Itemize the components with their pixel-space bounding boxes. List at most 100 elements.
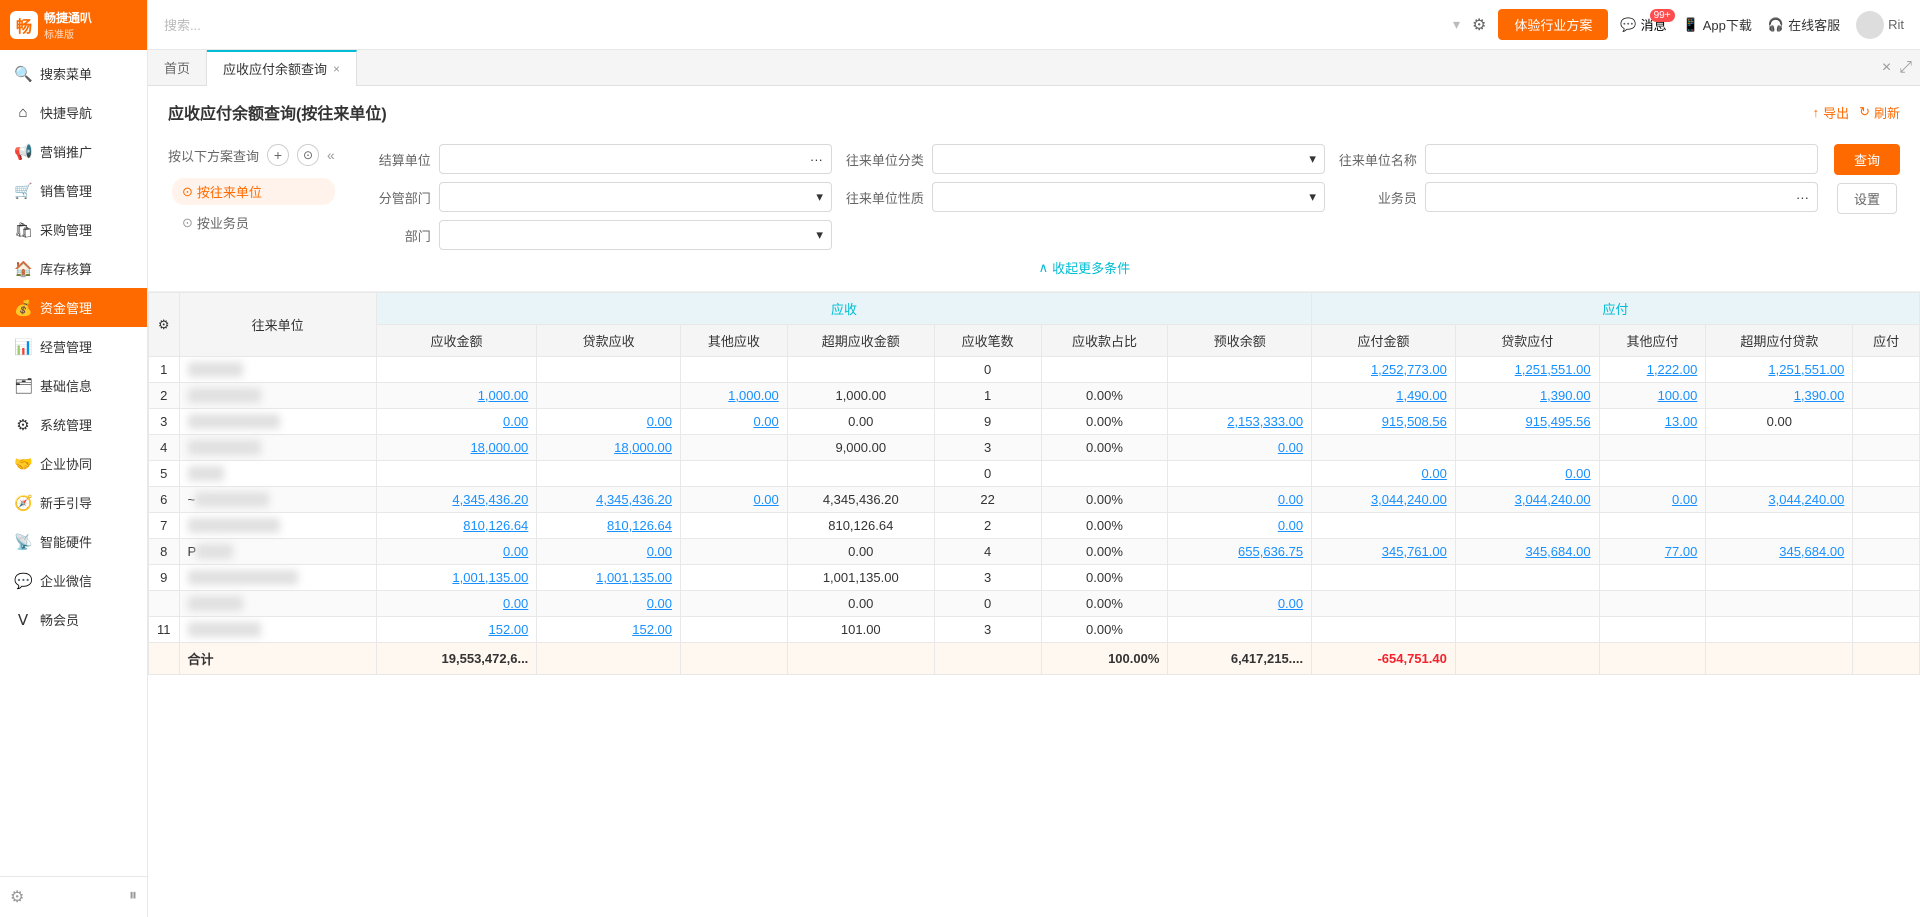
row-partner: ██████: [179, 357, 376, 383]
row-ap-loan[interactable]: 345,684.00: [1455, 539, 1599, 565]
employee-input[interactable]: ···: [1425, 182, 1818, 212]
export-button[interactable]: ↑ 导出: [1813, 103, 1850, 122]
row-ar-prepay[interactable]: 0.00: [1168, 487, 1312, 513]
notifications-btn[interactable]: 💬 消息 99+: [1620, 15, 1666, 34]
row-ap-amount[interactable]: 1,252,773.00: [1312, 357, 1456, 383]
row-ap-other[interactable]: 0.00: [1599, 487, 1706, 513]
window-close-icon[interactable]: ×: [1882, 59, 1891, 77]
row-ap-amount[interactable]: 0.00: [1312, 461, 1456, 487]
row-ap-other[interactable]: 1,222.00: [1599, 357, 1706, 383]
user-profile[interactable]: Rit: [1856, 11, 1904, 39]
table-settings-icon[interactable]: ⚙: [158, 317, 170, 332]
settings-footer-icon[interactable]: ⚙: [10, 887, 24, 907]
table-container[interactable]: ⚙ 往来单位 应收 应付 应收金额 贷款应收 其他应收 超期应收金额 应收笔数 …: [148, 292, 1920, 917]
scheme-by-employee[interactable]: ⊙ 按业务员: [172, 209, 335, 236]
row-ar-prepay[interactable]: 0.00: [1168, 591, 1312, 617]
sidebar-item-coop[interactable]: 🤝 企业协同: [0, 444, 147, 483]
row-ar-prepay[interactable]: 0.00: [1168, 435, 1312, 461]
sidebar-item-marketing[interactable]: 📢 营销推广: [0, 132, 147, 171]
row-ar-loan[interactable]: 1,001,135.00: [537, 565, 681, 591]
collapse-footer-icon[interactable]: ⏸: [129, 887, 137, 907]
row-ap-overdue[interactable]: 1,390.00: [1706, 383, 1853, 409]
row-ar-amount[interactable]: 1,000.00: [376, 383, 537, 409]
row-ap-amount[interactable]: 1,490.00: [1312, 383, 1456, 409]
sidebar-item-nav[interactable]: ⌂ 快捷导航: [0, 93, 147, 132]
header-gear-icon[interactable]: ⚙: [1472, 15, 1486, 35]
tab-ar-ap[interactable]: 应收应付余额查询 ×: [207, 50, 357, 86]
row-ar-prepay[interactable]: 655,636.75: [1168, 539, 1312, 565]
row-ar-amount[interactable]: 18,000.00: [376, 435, 537, 461]
row-ar-loan[interactable]: 152.00: [537, 617, 681, 643]
partner-nature-select[interactable]: ▾: [932, 182, 1325, 212]
row-ar-amount[interactable]: 4,345,436.20: [376, 487, 537, 513]
row-ar-prepay[interactable]: 0.00: [1168, 513, 1312, 539]
partner-category-select[interactable]: ▾: [932, 144, 1325, 174]
filter-add-btn[interactable]: +: [267, 144, 289, 166]
sidebar-item-sales[interactable]: 🛒 销售管理: [0, 171, 147, 210]
subunit-select[interactable]: ▾: [439, 220, 832, 250]
row-ar-amount[interactable]: 0.00: [376, 409, 537, 435]
row-ap-loan[interactable]: 0.00: [1455, 461, 1599, 487]
row-ap-other[interactable]: 13.00: [1599, 409, 1706, 435]
row-ar-loan[interactable]: 18,000.00: [537, 435, 681, 461]
online-service-btn[interactable]: 🎧 在线客服: [1768, 15, 1840, 34]
row-ap-other[interactable]: 77.00: [1599, 539, 1706, 565]
row-ap-amount[interactable]: 3,044,240.00: [1312, 487, 1456, 513]
row-ar-amount[interactable]: 1,001,135.00: [376, 565, 537, 591]
filter-collapse-btn[interactable]: ∧ 收起更多条件: [351, 254, 1818, 281]
dept-select[interactable]: ▾: [439, 182, 832, 212]
scheme-by-partner[interactable]: ⊙ 按往来单位: [172, 178, 335, 205]
row-ap-amount[interactable]: 915,508.56: [1312, 409, 1456, 435]
tab-close-icon[interactable]: ×: [333, 62, 340, 76]
settle-unit-input[interactable]: ···: [439, 144, 832, 174]
row-ap-loan[interactable]: 915,495.56: [1455, 409, 1599, 435]
row-ar-amount[interactable]: 152.00: [376, 617, 537, 643]
sidebar-item-purchase[interactable]: 🛍 采购管理: [0, 210, 147, 249]
row-ar-prepay[interactable]: 2,153,333.00: [1168, 409, 1312, 435]
row-ap-loan[interactable]: 1,251,551.00: [1455, 357, 1599, 383]
sidebar-item-guide[interactable]: 🧭 新手引导: [0, 483, 147, 522]
row-ar-loan[interactable]: 810,126.64: [537, 513, 681, 539]
row-ar-other[interactable]: 1,000.00: [681, 383, 788, 409]
app-download-btn[interactable]: 📱 App下载: [1683, 15, 1752, 34]
sidebar-item-member[interactable]: Ⅴ 畅会员: [0, 600, 147, 639]
query-button[interactable]: 查询: [1834, 144, 1900, 175]
filter-scheme-btn[interactable]: ⊙: [297, 144, 319, 166]
row-ar-amount[interactable]: 0.00: [376, 591, 537, 617]
sidebar-item-wechat[interactable]: 💬 企业微信: [0, 561, 147, 600]
sidebar-item-operation[interactable]: 📊 经营管理: [0, 327, 147, 366]
row-ap-overdue[interactable]: 1,251,551.00: [1706, 357, 1853, 383]
row-ar-loan[interactable]: 0.00: [537, 539, 681, 565]
row-ar-loan[interactable]: 0.00: [537, 591, 681, 617]
promo-button[interactable]: 体验行业方案: [1498, 9, 1608, 40]
row-ar-other[interactable]: 0.00: [681, 487, 788, 513]
row-ap-loan[interactable]: 1,390.00: [1455, 383, 1599, 409]
footer-settings: [149, 643, 180, 675]
search-icon: 🔍: [14, 65, 32, 83]
sidebar-item-hardware[interactable]: 📡 智能硬件: [0, 522, 147, 561]
sidebar-item-base[interactable]: 🗂 基础信息: [0, 366, 147, 405]
breadcrumb-dropdown-icon[interactable]: ▾: [1453, 16, 1460, 33]
setting-button[interactable]: 设置: [1837, 183, 1897, 214]
row-ar-loan[interactable]: 4,345,436.20: [537, 487, 681, 513]
sidebar-item-inventory[interactable]: 🏠 库存核算: [0, 249, 147, 288]
row-ap-amount[interactable]: 345,761.00: [1312, 539, 1456, 565]
sidebar-item-finance[interactable]: 💰 资金管理: [0, 288, 147, 327]
row-ar-other[interactable]: 0.00: [681, 409, 788, 435]
refresh-button[interactable]: ↻ 刷新: [1859, 103, 1900, 122]
window-expand-icon[interactable]: ⤢: [1899, 59, 1912, 77]
row-ar-amount[interactable]: 0.00: [376, 539, 537, 565]
row-ar-amount[interactable]: 810,126.64: [376, 513, 537, 539]
settings-col-header[interactable]: ⚙: [149, 293, 180, 357]
row-ap-overdue: [1706, 591, 1853, 617]
row-ap-overdue[interactable]: 3,044,240.00: [1706, 487, 1853, 513]
sidebar-item-search[interactable]: 🔍 搜索菜单: [0, 54, 147, 93]
row-ap-other[interactable]: 100.00: [1599, 383, 1706, 409]
row-ap-overdue[interactable]: 345,684.00: [1706, 539, 1853, 565]
row-ap-loan[interactable]: 3,044,240.00: [1455, 487, 1599, 513]
filter-collapse-btn[interactable]: «: [327, 147, 335, 163]
partner-name-input[interactable]: [1425, 144, 1818, 174]
sidebar-item-system[interactable]: ⚙ 系统管理: [0, 405, 147, 444]
row-ar-loan[interactable]: 0.00: [537, 409, 681, 435]
tab-home[interactable]: 首页: [148, 50, 207, 86]
